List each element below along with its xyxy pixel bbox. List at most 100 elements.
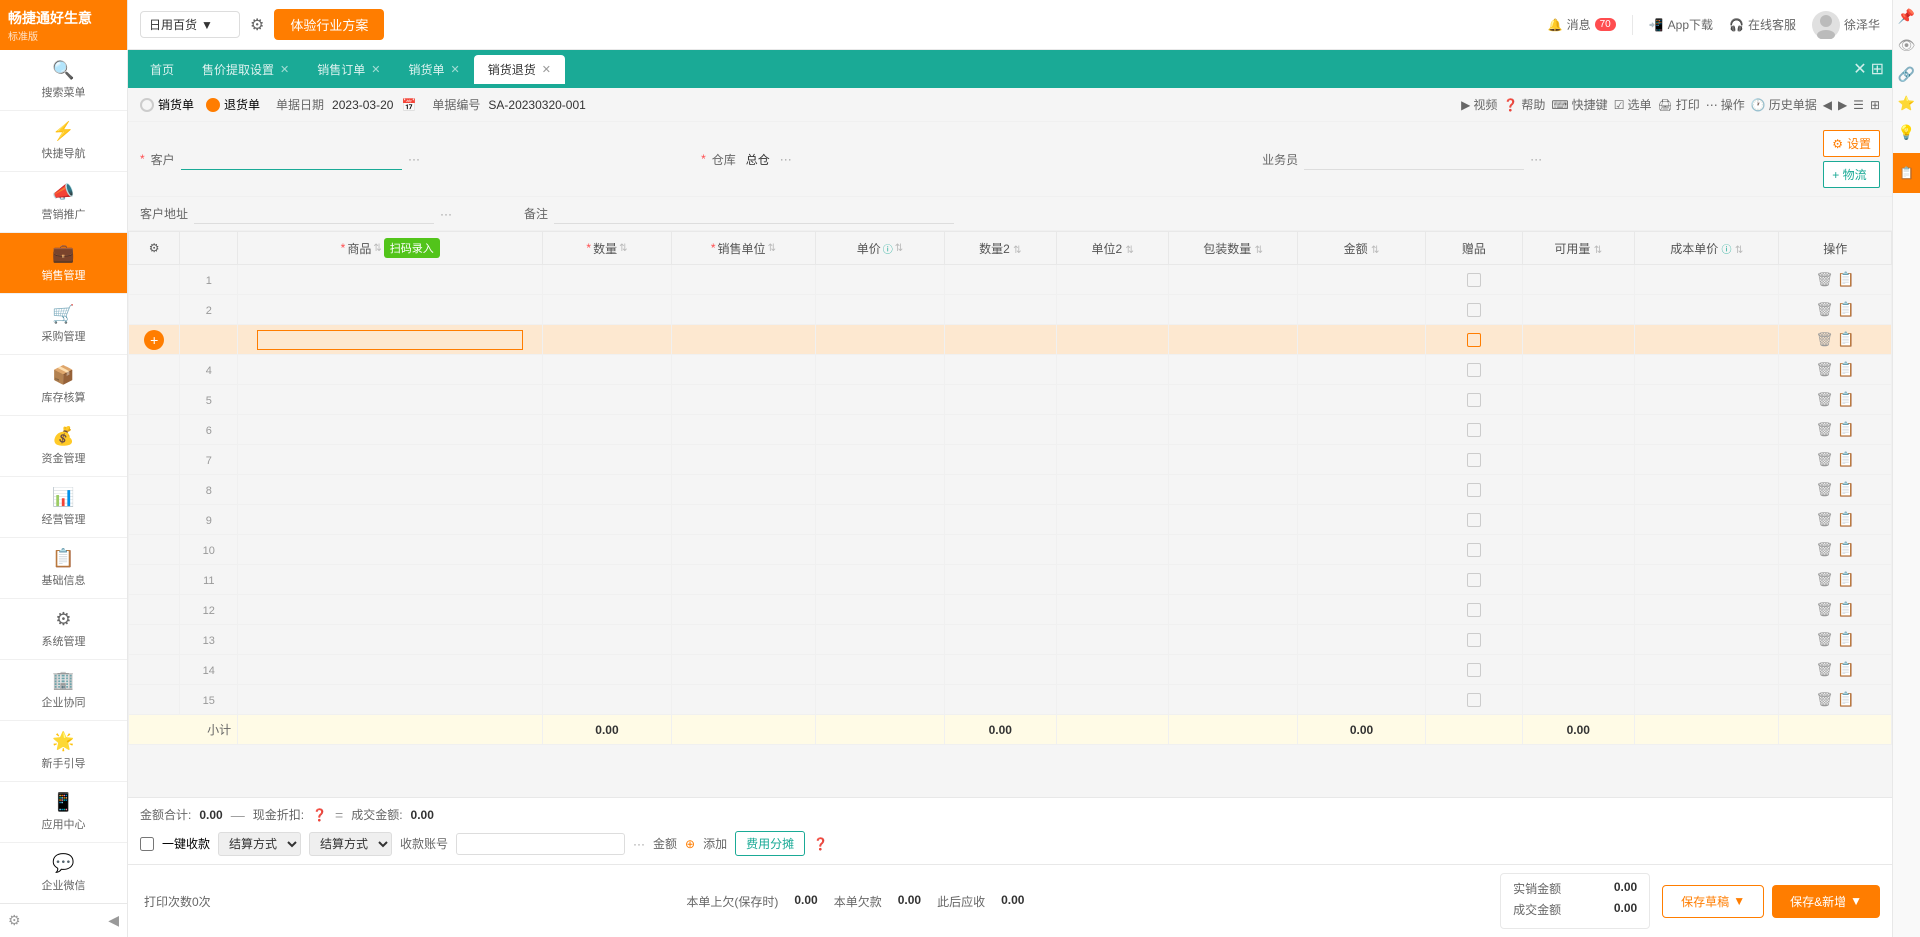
pkg-cell[interactable] xyxy=(1169,415,1297,445)
product-cell[interactable] xyxy=(238,325,543,355)
avail-cell[interactable] xyxy=(1522,325,1634,355)
qty2-cell[interactable] xyxy=(944,535,1056,565)
qty-cell[interactable] xyxy=(543,655,671,685)
gift-checkbox[interactable] xyxy=(1467,603,1481,617)
product-input[interactable] xyxy=(257,330,523,350)
remark-input[interactable] xyxy=(554,203,954,224)
amount-cell[interactable] xyxy=(1297,655,1425,685)
tab-sale-delivery[interactable]: 销货单 ✕ xyxy=(394,55,473,84)
unit-cell[interactable] xyxy=(671,595,816,625)
sidebar-item-purchase[interactable]: 🛒 采购管理 xyxy=(0,294,127,355)
unit2-cell[interactable] xyxy=(1057,595,1169,625)
cost-cell[interactable] xyxy=(1634,265,1779,295)
toolbar-print[interactable]: 🖨 打印 xyxy=(1657,96,1699,113)
avail-cell[interactable] xyxy=(1522,415,1634,445)
gift-checkbox[interactable] xyxy=(1467,573,1481,587)
product-cell[interactable] xyxy=(238,475,543,505)
pkg-cell[interactable] xyxy=(1169,505,1297,535)
qty2-cell[interactable] xyxy=(944,655,1056,685)
product-cell[interactable] xyxy=(238,685,543,715)
calendar-icon[interactable]: 📅 xyxy=(401,98,416,112)
addr-select-btn[interactable]: ··· xyxy=(440,207,452,221)
product-cell[interactable] xyxy=(238,385,543,415)
qty-cell[interactable] xyxy=(543,385,671,415)
amount-cell[interactable] xyxy=(1297,685,1425,715)
customer-select-btn[interactable]: ··· xyxy=(408,152,420,166)
pkg-cell[interactable] xyxy=(1169,265,1297,295)
avail-cell[interactable] xyxy=(1522,625,1634,655)
pkg-cell[interactable] xyxy=(1169,445,1297,475)
cost-cell[interactable] xyxy=(1634,325,1779,355)
unit-cell[interactable] xyxy=(671,625,816,655)
copy-row-icon[interactable]: 📋 xyxy=(1837,451,1854,468)
delete-row-icon[interactable]: 🗑 xyxy=(1816,451,1834,468)
toolbar-history[interactable]: 🕐 历史单据 xyxy=(1751,96,1817,113)
tab-close-icon[interactable]: ✕ xyxy=(371,63,380,76)
cost-cell[interactable] xyxy=(1634,655,1779,685)
gift-checkbox[interactable] xyxy=(1467,333,1481,347)
copy-row-icon[interactable]: 📋 xyxy=(1837,691,1854,708)
cost-cell[interactable] xyxy=(1634,415,1779,445)
product-cell[interactable] xyxy=(238,625,543,655)
amount-cell[interactable] xyxy=(1297,445,1425,475)
gift-checkbox[interactable] xyxy=(1467,693,1481,707)
delete-row-icon[interactable]: 🗑 xyxy=(1816,571,1834,588)
right-sidebar-icon-3[interactable]: 🔗 xyxy=(1898,66,1915,83)
copy-row-icon[interactable]: 📋 xyxy=(1837,631,1854,648)
next-record-btn[interactable]: ▶ xyxy=(1838,98,1847,112)
right-sidebar-icon-4[interactable]: ⭐ xyxy=(1898,95,1915,112)
delete-row-icon[interactable]: 🗑 xyxy=(1816,631,1834,648)
price-cell[interactable] xyxy=(816,505,944,535)
cost-cell[interactable] xyxy=(1634,685,1779,715)
gift-checkbox[interactable] xyxy=(1467,423,1481,437)
pkg-cell[interactable] xyxy=(1169,355,1297,385)
amount-cell[interactable] xyxy=(1297,385,1425,415)
delete-row-icon[interactable]: 🗑 xyxy=(1816,301,1834,318)
toolbar-select[interactable]: ☑ 选单 xyxy=(1614,96,1652,113)
avail-cell[interactable] xyxy=(1522,475,1634,505)
amount-cell[interactable] xyxy=(1297,565,1425,595)
qty-cell[interactable] xyxy=(543,265,671,295)
sidebar-settings-btn[interactable]: ⚙ xyxy=(8,912,21,929)
delete-row-icon[interactable]: 🗑 xyxy=(1816,271,1834,288)
cost-cell[interactable] xyxy=(1634,385,1779,415)
qty-cell[interactable] xyxy=(543,325,671,355)
pkg-cell[interactable] xyxy=(1169,565,1297,595)
qty2-cell[interactable] xyxy=(944,505,1056,535)
toolbar-video[interactable]: ▶ 视频 xyxy=(1461,96,1497,113)
price-info-icon[interactable]: ⓘ xyxy=(883,241,893,256)
unit2-cell[interactable] xyxy=(1057,535,1169,565)
pkg-cell[interactable] xyxy=(1169,295,1297,325)
price-cell[interactable] xyxy=(816,295,944,325)
qty-cell[interactable] xyxy=(543,475,671,505)
unit-cell[interactable] xyxy=(671,475,816,505)
unit-cell[interactable] xyxy=(671,265,816,295)
staff-select-btn[interactable]: ··· xyxy=(1530,152,1542,166)
delete-row-icon[interactable]: 🗑 xyxy=(1816,541,1834,558)
gift-checkbox[interactable] xyxy=(1467,303,1481,317)
amount-cell[interactable] xyxy=(1297,265,1425,295)
tab-sale-return[interactable]: 销货退货 ✕ xyxy=(474,55,565,84)
cost-cell[interactable] xyxy=(1634,475,1779,505)
app-download-item[interactable]: 📲 App下载 xyxy=(1649,16,1713,33)
user-profile-item[interactable]: 徐泽华 xyxy=(1812,11,1880,39)
qty2-cell[interactable] xyxy=(944,595,1056,625)
qty2-cell[interactable] xyxy=(944,475,1056,505)
unit2-cell[interactable] xyxy=(1057,685,1169,715)
view-detail-btn[interactable]: ⊞ xyxy=(1870,98,1880,112)
product-cell[interactable] xyxy=(238,265,543,295)
product-cell[interactable] xyxy=(238,535,543,565)
gift-checkbox[interactable] xyxy=(1467,663,1481,677)
tab-close-icon[interactable]: ✕ xyxy=(542,63,551,76)
product-cell[interactable] xyxy=(238,445,543,475)
copy-row-icon[interactable]: 📋 xyxy=(1837,541,1854,558)
fee-split-btn[interactable]: 费用分摊 xyxy=(735,831,805,856)
amount-cell[interactable] xyxy=(1297,625,1425,655)
avail-cell[interactable] xyxy=(1522,385,1634,415)
radio-return[interactable]: 退货单 xyxy=(206,96,260,113)
addr-input[interactable] xyxy=(194,203,434,224)
price-cell[interactable] xyxy=(816,265,944,295)
unit-cell[interactable] xyxy=(671,685,816,715)
product-cell[interactable] xyxy=(238,295,543,325)
qty2-cell[interactable] xyxy=(944,295,1056,325)
